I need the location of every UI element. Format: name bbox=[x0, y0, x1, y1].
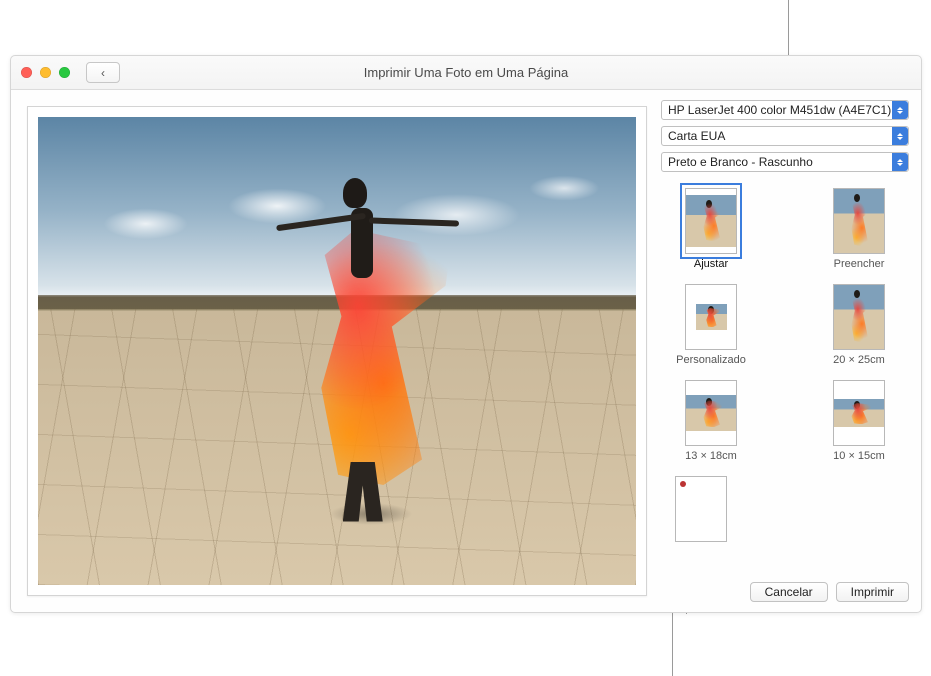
layout-option-20x25[interactable]: 20 × 25cm bbox=[819, 284, 899, 366]
contact-thumbnail-icon bbox=[680, 481, 686, 487]
print-quality-select[interactable]: Preto e Branco - Rascunho bbox=[661, 152, 909, 172]
layout-thumb-13x18 bbox=[685, 380, 737, 446]
layout-thumb-20x25 bbox=[833, 284, 885, 350]
zoom-window-button[interactable] bbox=[59, 67, 70, 78]
paper-size-select[interactable]: Carta EUA bbox=[661, 126, 909, 146]
printer-select-value: HP LaserJet 400 color M451dw (A4E7C1) bbox=[668, 103, 891, 117]
dropdown-arrows-icon bbox=[892, 127, 908, 145]
window-controls bbox=[21, 67, 70, 78]
layout-label: 10 × 15cm bbox=[814, 450, 904, 462]
button-label: Imprimir bbox=[851, 585, 894, 599]
layout-label: 20 × 25cm bbox=[814, 354, 904, 366]
dropdown-arrows-icon bbox=[892, 153, 908, 171]
callout-line-buttons bbox=[672, 604, 673, 676]
layout-thumb-fit bbox=[685, 188, 737, 254]
photo-preview bbox=[38, 117, 636, 585]
preview-page bbox=[27, 106, 647, 596]
layout-option-custom[interactable]: Personalizado bbox=[671, 284, 751, 366]
layout-thumb-fill bbox=[833, 188, 885, 254]
button-label: Cancelar bbox=[765, 585, 813, 599]
layout-option-contact-sheet[interactable] bbox=[661, 476, 741, 546]
print-button[interactable]: Imprimir bbox=[836, 582, 909, 602]
layout-option-fit[interactable]: Ajustar bbox=[671, 188, 751, 270]
layout-thumb-10x15 bbox=[833, 380, 885, 446]
layout-option-fill[interactable]: Preencher bbox=[819, 188, 899, 270]
layout-label: Personalizado bbox=[666, 354, 756, 366]
paper-size-select-value: Carta EUA bbox=[668, 129, 725, 143]
layout-option-10x15[interactable]: 10 × 15cm bbox=[819, 380, 899, 462]
window-title: Imprimir Uma Foto em Uma Página bbox=[11, 65, 921, 80]
layout-label: Preencher bbox=[814, 258, 904, 270]
close-window-button[interactable] bbox=[21, 67, 32, 78]
print-dialog-window: ‹ Imprimir Uma Foto em Uma Página bbox=[10, 55, 922, 613]
print-quality-select-value: Preto e Branco - Rascunho bbox=[668, 155, 813, 169]
layout-option-13x18[interactable]: 13 × 18cm bbox=[671, 380, 751, 462]
dialog-body: HP LaserJet 400 color M451dw (A4E7C1) Ca… bbox=[11, 90, 921, 612]
minimize-window-button[interactable] bbox=[40, 67, 51, 78]
title-bar: ‹ Imprimir Uma Foto em Uma Página bbox=[11, 56, 921, 90]
layout-label: Ajustar bbox=[666, 258, 756, 270]
print-options-sidebar: HP LaserJet 400 color M451dw (A4E7C1) Ca… bbox=[655, 90, 921, 612]
layout-label: 13 × 18cm bbox=[666, 450, 756, 462]
printer-select[interactable]: HP LaserJet 400 color M451dw (A4E7C1) bbox=[661, 100, 909, 120]
preview-pane bbox=[11, 90, 655, 612]
cancel-button[interactable]: Cancelar bbox=[750, 582, 828, 602]
dialog-button-row: Cancelar Imprimir bbox=[661, 574, 909, 602]
dropdown-arrows-icon bbox=[892, 101, 908, 119]
layout-thumb-custom bbox=[685, 284, 737, 350]
chevron-left-icon: ‹ bbox=[101, 66, 105, 80]
layout-thumb-contact bbox=[675, 476, 727, 542]
back-button[interactable]: ‹ bbox=[86, 62, 120, 83]
layout-options-grid: Ajustar Preencher Personalizado bbox=[661, 188, 909, 546]
